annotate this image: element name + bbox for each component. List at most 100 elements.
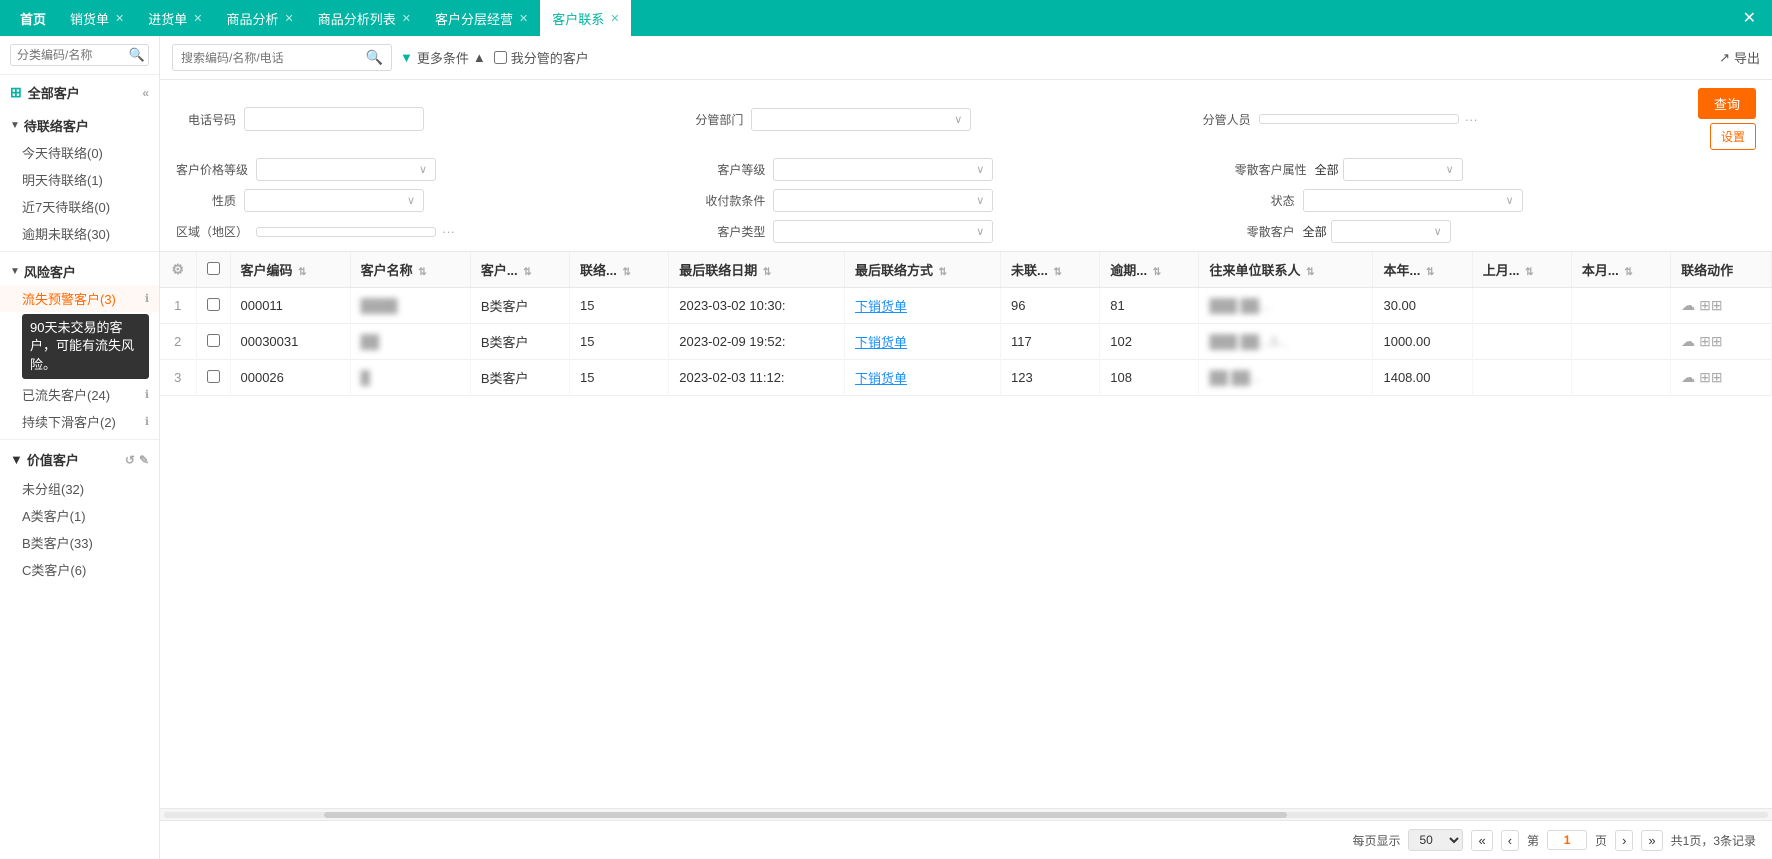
collapse-icon[interactable]: « xyxy=(142,86,149,100)
sidebar-item-class-b[interactable]: B类客户(33) xyxy=(0,529,159,556)
sidebar-item-today[interactable]: 今天待联络(0) xyxy=(0,139,159,166)
sort-icon[interactable]: ⇅ xyxy=(1306,267,1314,278)
last-page-button[interactable]: » xyxy=(1641,830,1662,851)
cell-last-method[interactable]: 下销货单 xyxy=(844,288,1000,324)
sidebar-section-pending[interactable]: ▼ 待联络客户 xyxy=(0,110,159,139)
sort-icon[interactable]: ⇅ xyxy=(1153,267,1161,278)
sidebar-item-7days[interactable]: 近7天待联络(0) xyxy=(0,193,159,220)
retail-customer-select[interactable]: ∨ xyxy=(1331,220,1451,243)
sidebar-item-class-a[interactable]: A类客户(1) xyxy=(0,502,159,529)
th-code: 客户编码 ⇅ xyxy=(230,252,350,288)
info-icon[interactable]: ℹ xyxy=(145,388,149,401)
sidebar-item-overdue[interactable]: 逾期未联络(30) xyxy=(0,220,159,247)
filter-search-button[interactable]: 🔍 xyxy=(366,49,383,66)
contact-icon[interactable]: ☁ xyxy=(1681,297,1695,314)
region-select[interactable] xyxy=(256,227,436,237)
row-checkbox[interactable] xyxy=(207,334,220,347)
sidebar-all-customers[interactable]: ⊞ 全部客户 « xyxy=(0,75,159,110)
more-options-icon[interactable]: ··· xyxy=(1459,112,1484,127)
retail-attr-select[interactable]: ∨ xyxy=(1343,158,1463,181)
sort-icon[interactable]: ⇅ xyxy=(1624,267,1632,278)
sidebar-item-churn-warning[interactable]: 流失预警客户(3) ℹ xyxy=(0,285,159,312)
sidebar-section-risk[interactable]: ▼ 风险客户 xyxy=(0,256,159,285)
nav-purchase-order[interactable]: 进货单 ✕ xyxy=(136,0,214,36)
sidebar-item-ungroup[interactable]: 未分组(32) xyxy=(0,475,159,502)
sidebar-item-churned[interactable]: 已流失客户(24) ℹ xyxy=(0,381,159,408)
dept-select[interactable]: ∨ xyxy=(751,108,971,131)
customer-type-select[interactable]: ∨ xyxy=(773,220,993,243)
more-conditions-button[interactable]: ▼ 更多条件 ▲ xyxy=(400,48,486,67)
my-customers-checkbox[interactable] xyxy=(494,51,507,64)
close-icon[interactable]: ✕ xyxy=(115,12,124,25)
more-action-icon[interactable]: ⊞⊞ xyxy=(1699,369,1722,386)
nav-customer-contact[interactable]: 客户联系 ✕ xyxy=(540,0,631,36)
more-action-icon[interactable]: ⊞⊞ xyxy=(1699,333,1722,350)
contact-icon[interactable]: ☁ xyxy=(1681,369,1695,386)
cell-type: B类客户 xyxy=(470,324,569,360)
refresh-icon[interactable]: ↺ xyxy=(125,453,135,467)
contact-icon[interactable]: ☁ xyxy=(1681,333,1695,350)
per-page-select[interactable]: 50 100 200 xyxy=(1408,829,1463,851)
sort-icon[interactable]: ⇅ xyxy=(1054,267,1062,278)
cell-last-method[interactable]: 下销货单 xyxy=(844,324,1000,360)
cell-name: ████ xyxy=(350,288,470,324)
info-icon[interactable]: ℹ xyxy=(145,292,149,305)
prev-page-button[interactable]: ‹ xyxy=(1501,830,1519,851)
edit-icon[interactable]: ✎ xyxy=(139,453,149,467)
person-select[interactable] xyxy=(1259,114,1459,124)
sidebar-item-class-c[interactable]: C类客户(6) xyxy=(0,556,159,583)
sidebar-item-tomorrow[interactable]: 明天待联络(1) xyxy=(0,166,159,193)
nav-sales-order[interactable]: 销货单 ✕ xyxy=(58,0,136,36)
cell-last-method[interactable]: 下销货单 xyxy=(844,360,1000,396)
status-select[interactable]: ∨ xyxy=(1303,189,1523,212)
nature-select[interactable]: ∨ xyxy=(244,189,424,212)
close-icon[interactable]: ✕ xyxy=(519,12,528,25)
sort-icon[interactable]: ⇅ xyxy=(298,267,306,278)
payment-select[interactable]: ∨ xyxy=(773,189,993,212)
nav-product-analysis[interactable]: 商品分析 ✕ xyxy=(214,0,305,36)
sidebar-section-value[interactable]: ▼ 价值客户 ↺ ✎ xyxy=(0,444,159,475)
close-icon[interactable]: ✕ xyxy=(402,12,411,25)
nav-customer-tier[interactable]: 客户分层经营 ✕ xyxy=(423,0,540,36)
query-button[interactable]: 查询 xyxy=(1698,88,1756,119)
page-number-input[interactable] xyxy=(1547,830,1587,850)
close-icon[interactable]: ✕ xyxy=(610,12,619,25)
select-all-checkbox[interactable] xyxy=(207,262,220,275)
info-icon[interactable]: ℹ xyxy=(145,415,149,428)
settings-button[interactable]: 设置 xyxy=(1710,123,1756,150)
more-action-icon[interactable]: ⊞⊞ xyxy=(1699,297,1722,314)
export-button[interactable]: ↗ 导出 xyxy=(1719,48,1760,67)
sort-icon[interactable]: ⇅ xyxy=(1525,267,1533,278)
first-page-button[interactable]: « xyxy=(1471,830,1492,851)
close-all-button[interactable]: ✕ xyxy=(1735,8,1764,28)
sort-icon[interactable]: ⇅ xyxy=(763,267,771,278)
sort-icon[interactable]: ⇅ xyxy=(523,267,531,278)
filter-row-4: 区域（地区） ··· 客户类型 ∨ 零散客户 全部 ∨ xyxy=(176,220,1756,243)
next-page-button[interactable]: › xyxy=(1615,830,1633,851)
sort-icon[interactable]: ⇅ xyxy=(1426,267,1434,278)
close-icon[interactable]: ✕ xyxy=(193,12,202,25)
nav-product-analysis-list[interactable]: 商品分析列表 ✕ xyxy=(306,0,423,36)
sort-icon[interactable]: ⇅ xyxy=(939,267,947,278)
phone-input[interactable] xyxy=(244,107,424,131)
more-options-icon[interactable]: ··· xyxy=(436,224,461,239)
scrollbar-thumb[interactable] xyxy=(324,812,1286,818)
customer-grade-select[interactable]: ∨ xyxy=(773,158,993,181)
row-checkbox[interactable] xyxy=(207,370,220,383)
cell-unit-contact: ███ ██...3... xyxy=(1199,324,1373,360)
sort-icon[interactable]: ⇅ xyxy=(418,267,426,278)
my-customers-filter[interactable]: 我分管的客户 xyxy=(494,48,589,67)
filter-search-input[interactable] xyxy=(181,51,366,65)
settings-cog-icon[interactable]: ⚙ xyxy=(171,261,184,277)
horizontal-scrollbar[interactable] xyxy=(160,808,1772,820)
price-grade-select[interactable]: ∨ xyxy=(256,158,436,181)
close-icon[interactable]: ✕ xyxy=(285,12,294,25)
row-checkbox[interactable] xyxy=(207,298,220,311)
nav-home[interactable]: 首页 xyxy=(8,0,58,36)
sidebar-search-icon[interactable]: 🔍 xyxy=(129,47,145,63)
table-row: 3 000026 █ B类客户 15 2023-02-03 11:12: 下销货… xyxy=(160,360,1772,396)
tooltip-churn: 90天未交易的客户，可能有流失风险。 xyxy=(22,314,149,379)
table-footer: 每页显示 50 100 200 « ‹ 第 页 › » 共1页，3条记录 xyxy=(160,820,1772,859)
sort-icon[interactable]: ⇅ xyxy=(623,267,631,278)
sidebar-item-declining[interactable]: 持续下滑客户(2) ℹ xyxy=(0,408,159,435)
